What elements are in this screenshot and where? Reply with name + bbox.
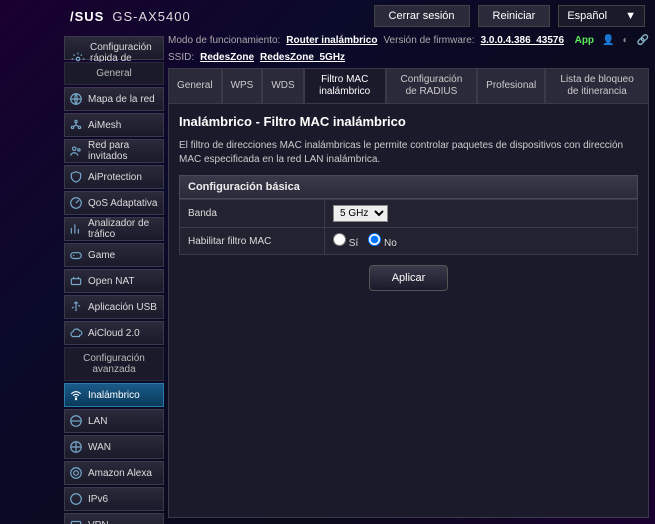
- sidebar-aimesh[interactable]: AiMesh: [64, 113, 164, 137]
- sidebar-quick-setup[interactable]: Configuración rápida de Internet: [64, 36, 164, 60]
- sidebar-wan[interactable]: WAN: [64, 435, 164, 459]
- users-icon: [69, 144, 83, 158]
- brand-logo: /SUS: [70, 9, 104, 24]
- sidebar-qos[interactable]: QoS Adaptativa: [64, 191, 164, 215]
- config-section-header: Configuración básica: [179, 175, 638, 199]
- chevron-down-icon: ▼: [625, 10, 636, 22]
- tab-radius[interactable]: Configuración de RADIUS: [386, 68, 477, 103]
- sidebar-network-map[interactable]: Mapa de la red: [64, 87, 164, 111]
- radio-no[interactable]: [368, 233, 381, 246]
- enable-mac-label: Habilitar filtro MAC: [180, 228, 325, 255]
- ipv6-icon: [69, 492, 83, 506]
- sidebar-item-label: Red para invitados: [88, 140, 159, 162]
- language-selector[interactable]: Español ▼: [558, 5, 645, 27]
- sidebar-advanced-header: Configuración avanzada: [64, 347, 164, 381]
- globe-icon: [69, 92, 83, 106]
- tab-professional[interactable]: Profesional: [477, 68, 545, 103]
- radio-no-label[interactable]: No: [368, 233, 397, 249]
- tab-wps[interactable]: WPS: [222, 68, 263, 103]
- sidebar-vpn[interactable]: VPN: [64, 513, 164, 524]
- sidebar-traffic-analyzer[interactable]: Analizador de tráfico: [64, 217, 164, 241]
- sidebar-alexa[interactable]: Amazon Alexa: [64, 461, 164, 485]
- shield-icon: [69, 170, 83, 184]
- sidebar-item-label: AiProtection: [88, 172, 142, 183]
- app-link[interactable]: App: [575, 35, 594, 46]
- ssid1-link[interactable]: RedesZone: [200, 52, 254, 63]
- ssid-label: SSID:: [168, 52, 194, 63]
- vpn-icon: [69, 518, 83, 524]
- language-label: Español: [567, 10, 607, 22]
- logout-button[interactable]: Cerrar sesión: [374, 5, 470, 27]
- reboot-button[interactable]: Reiniciar: [478, 5, 551, 27]
- sidebar-item-label: Amazon Alexa: [88, 468, 152, 479]
- wifi-icon: [69, 388, 83, 402]
- alexa-icon: [69, 466, 83, 480]
- sidebar-item-label: AiMesh: [88, 120, 121, 131]
- tab-mac-filter[interactable]: Filtro MAC inalámbrico: [304, 68, 386, 103]
- page-title: Inalámbrico - Filtro MAC inalámbrico: [179, 114, 638, 129]
- tab-general[interactable]: General: [168, 68, 222, 103]
- sidebar-item-label: Inalámbrico: [88, 390, 140, 401]
- fw-label: Versión de firmware:: [383, 35, 474, 46]
- sidebar-item-label: VPN: [88, 520, 109, 524]
- sidebar-guest-network[interactable]: Red para invitados: [64, 139, 164, 163]
- lan-icon: [69, 414, 83, 428]
- mode-label: Modo de funcionamiento:: [168, 35, 280, 46]
- sidebar-item-label: QoS Adaptativa: [88, 198, 158, 209]
- sidebar-item-label: Analizador de tráfico: [88, 218, 159, 240]
- sidebar-item-label: Game: [88, 250, 115, 261]
- sidebar-ipv6[interactable]: IPv6: [64, 487, 164, 511]
- sidebar-item-label: Mapa de la red: [88, 94, 155, 105]
- model-name: GS-AX5400: [112, 9, 190, 24]
- band-label: Banda: [180, 200, 325, 228]
- cloud-icon: [69, 326, 83, 340]
- tab-roaming-block[interactable]: Lista de bloqueo de itinerancia: [545, 68, 649, 103]
- sidebar-game[interactable]: Game: [64, 243, 164, 267]
- sidebar-aiprotection[interactable]: AiProtection: [64, 165, 164, 189]
- wan-icon: [69, 440, 83, 454]
- radio-yes[interactable]: [333, 233, 346, 246]
- sidebar-item-label: WAN: [88, 442, 111, 453]
- theme-icon[interactable]: ◐: [623, 35, 629, 46]
- sidebar-item-label: Open NAT: [88, 276, 135, 287]
- sidebar-aicloud[interactable]: AiCloud 2.0: [64, 321, 164, 345]
- sidebar-item-label: LAN: [88, 416, 107, 427]
- sidebar-item-label: Aplicación USB: [88, 302, 157, 313]
- user-icon[interactable]: 👤: [602, 35, 614, 46]
- fw-value-link[interactable]: 3.0.0.4.386_43576: [481, 35, 564, 46]
- radio-yes-label[interactable]: Sí: [333, 233, 358, 249]
- chart-icon: [69, 222, 83, 236]
- gamepad-icon: [69, 248, 83, 262]
- page-description: El filtro de direcciones MAC inalámbrica…: [179, 139, 638, 167]
- sidebar-usb-app[interactable]: Aplicación USB: [64, 295, 164, 319]
- mode-value-link[interactable]: Router inalámbrico: [286, 35, 377, 46]
- sidebar-item-label: AiCloud 2.0: [88, 328, 140, 339]
- band-select[interactable]: 5 GHz: [333, 205, 388, 222]
- link-icon[interactable]: 🔗: [637, 35, 649, 46]
- sidebar-general-header: General: [64, 62, 164, 85]
- sidebar-wireless[interactable]: Inalámbrico: [64, 383, 164, 407]
- sidebar-lan[interactable]: LAN: [64, 409, 164, 433]
- sidebar-item-label: IPv6: [88, 494, 108, 505]
- sidebar-open-nat[interactable]: Open NAT: [64, 269, 164, 293]
- nat-icon: [69, 274, 83, 288]
- ssid2-link[interactable]: RedesZone_5GHz: [260, 52, 345, 63]
- apply-button[interactable]: Aplicar: [369, 265, 449, 291]
- tab-wds[interactable]: WDS: [262, 68, 303, 103]
- usb-icon: [69, 300, 83, 314]
- mesh-icon: [69, 118, 83, 132]
- gauge-icon: [69, 196, 83, 210]
